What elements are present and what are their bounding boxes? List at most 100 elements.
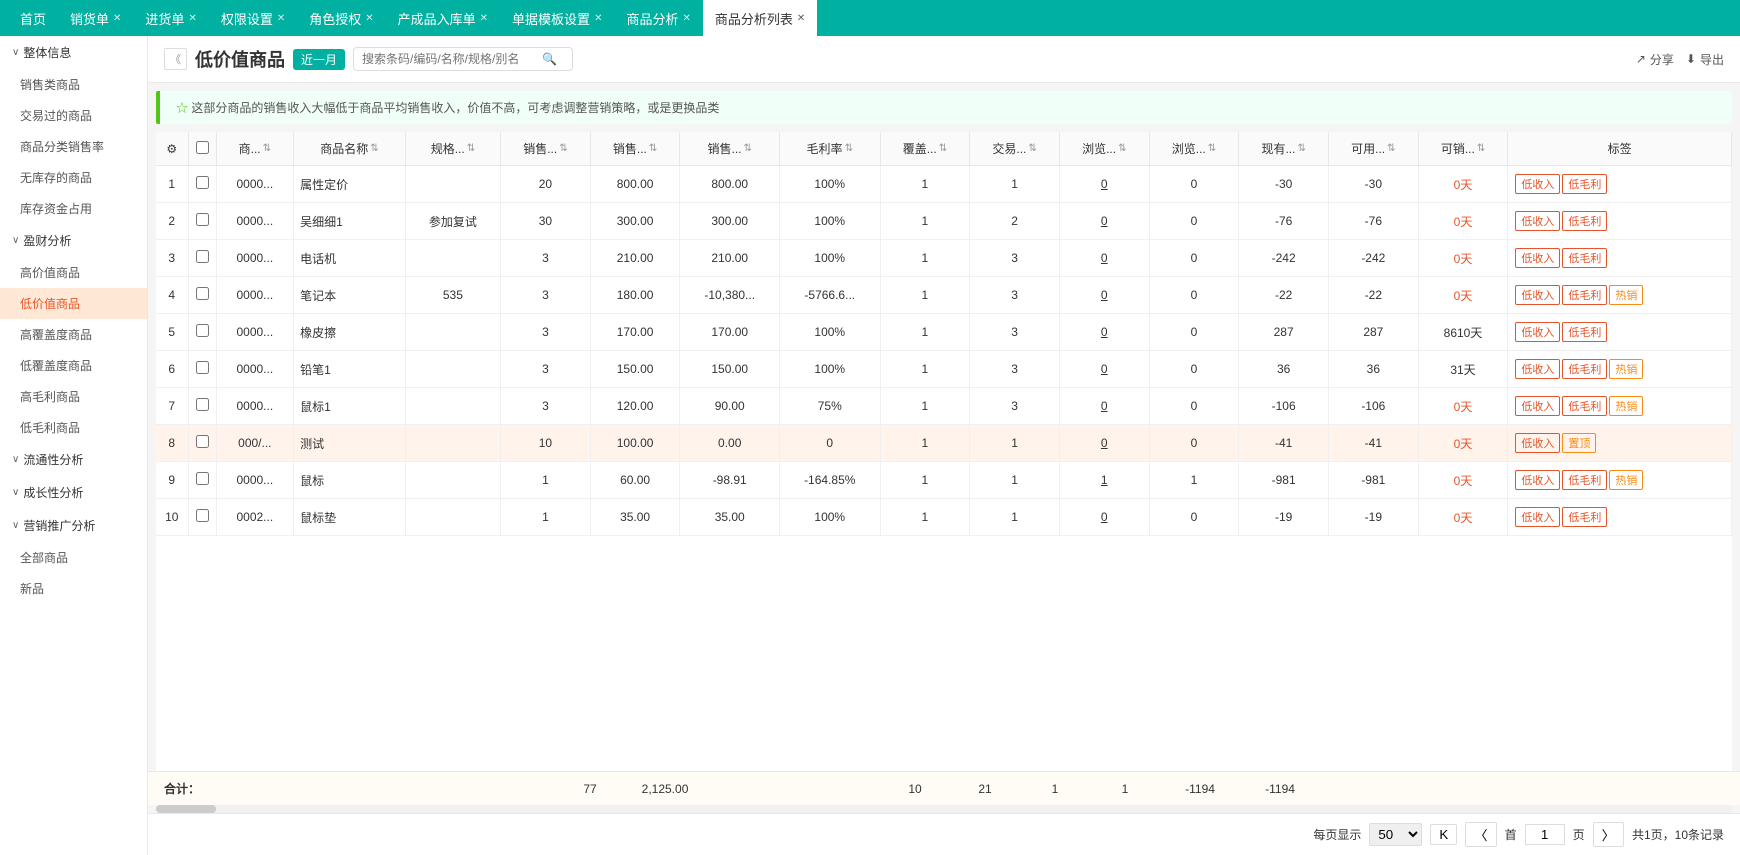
nav-analysis[interactable]: 商品分析 ✕ (614, 0, 702, 36)
sidebar-item-low-margin[interactable]: 低毛利商品 (0, 412, 147, 443)
th-sellable-stock[interactable]: 可销... ⇅ (1418, 132, 1508, 166)
row-col7[interactable]: 0 (1059, 203, 1149, 240)
row-checkbox[interactable] (188, 425, 216, 462)
select-all-checkbox[interactable] (196, 141, 209, 154)
sidebar-item-sales-goods[interactable]: 销售类商品 (0, 69, 147, 100)
sidebar-section-profit[interactable]: ∨ 盈财分析 (0, 224, 147, 257)
row-checkbox[interactable] (188, 388, 216, 425)
row-checkbox[interactable] (188, 499, 216, 536)
th-current-stock[interactable]: 现有... ⇅ (1239, 132, 1329, 166)
sidebar-item-high-coverage[interactable]: 高覆盖度商品 (0, 319, 147, 350)
sidebar-item-no-stock[interactable]: 无库存的商品 (0, 162, 147, 193)
sidebar-section-marketing[interactable]: ∨ 营销推广分析 (0, 509, 147, 542)
view-link[interactable]: 1 (1101, 473, 1108, 487)
row-select-checkbox[interactable] (196, 509, 209, 522)
first-page-btn[interactable]: K (1430, 824, 1457, 845)
nav-roles[interactable]: 角色授权 ✕ (297, 0, 385, 36)
view-link[interactable]: 0 (1101, 214, 1108, 228)
row-select-checkbox[interactable] (196, 361, 209, 374)
row-checkbox[interactable] (188, 462, 216, 499)
page-input[interactable] (1525, 824, 1565, 845)
sidebar-section-overall[interactable]: ∨ 整体信息 (0, 36, 147, 69)
row-checkbox[interactable] (188, 277, 216, 314)
row-select-checkbox[interactable] (196, 250, 209, 263)
sidebar-section-liquidity[interactable]: ∨ 流通性分析 (0, 443, 147, 476)
sidebar-section-growth[interactable]: ∨ 成长性分析 (0, 476, 147, 509)
view-link[interactable]: 0 (1101, 251, 1108, 265)
nav-home[interactable]: 首页 (8, 0, 58, 36)
close-icon[interactable]: ✕ (594, 13, 602, 24)
sidebar-item-category-rate[interactable]: 商品分类销售率 (0, 131, 147, 162)
th-tags[interactable]: 标签 (1508, 132, 1732, 166)
view-link[interactable]: 0 (1101, 177, 1108, 191)
th-coverage[interactable]: 覆盖... ⇅ (880, 132, 970, 166)
row-col7[interactable]: 1 (1059, 462, 1149, 499)
time-badge[interactable]: 近一月 (293, 49, 345, 70)
close-icon[interactable]: ✕ (682, 13, 690, 24)
sidebar-item-high-value[interactable]: 高价值商品 (0, 257, 147, 288)
share-button[interactable]: ↗ 分享 (1636, 51, 1674, 68)
row-col7[interactable]: 0 (1059, 388, 1149, 425)
row-checkbox[interactable] (188, 240, 216, 277)
th-checkbox[interactable] (188, 132, 216, 166)
view-link[interactable]: 0 (1101, 510, 1108, 524)
sidebar-item-stock-funds[interactable]: 库存资金占用 (0, 193, 147, 224)
th-available-stock[interactable]: 可用... ⇅ (1328, 132, 1418, 166)
th-sales2[interactable]: 销售... ⇅ (590, 132, 680, 166)
row-col7[interactable]: 0 (1059, 351, 1149, 388)
sidebar-item-low-coverage[interactable]: 低覆盖度商品 (0, 350, 147, 381)
row-checkbox[interactable] (188, 166, 216, 203)
sidebar-item-low-value[interactable]: 低价值商品 (0, 288, 147, 319)
close-icon[interactable]: ✕ (480, 13, 488, 24)
row-col7[interactable]: 0 (1059, 499, 1149, 536)
row-col7[interactable]: 0 (1059, 240, 1149, 277)
th-sales1[interactable]: 销售... ⇅ (501, 132, 591, 166)
scrollbar[interactable] (156, 805, 1732, 813)
th-spec[interactable]: 规格... ⇅ (405, 132, 500, 166)
collapse-btn[interactable]: 《 (164, 48, 187, 70)
row-select-checkbox[interactable] (196, 176, 209, 189)
sidebar-item-traded[interactable]: 交易过的商品 (0, 100, 147, 131)
search-input[interactable] (362, 52, 542, 66)
close-icon[interactable]: ✕ (188, 13, 196, 24)
view-link[interactable]: 0 (1101, 288, 1108, 302)
th-sales3[interactable]: 销售... ⇅ (680, 132, 780, 166)
th-margin[interactable]: 毛利率 ⇅ (779, 132, 880, 166)
nav-sales[interactable]: 销货单 ✕ (58, 0, 133, 36)
export-button[interactable]: ⬇ 导出 (1686, 51, 1724, 68)
table-area[interactable]: ⚙ 商... ⇅ 商品名称 ⇅ 规格... ⇅ 销售... ⇅ 销售... ⇅ … (156, 132, 1732, 771)
th-name[interactable]: 商品名称 ⇅ (294, 132, 406, 166)
row-col7[interactable]: 0 (1059, 314, 1149, 351)
row-select-checkbox[interactable] (196, 472, 209, 485)
row-col7[interactable]: 0 (1059, 277, 1149, 314)
sidebar-item-high-margin[interactable]: 高毛利商品 (0, 381, 147, 412)
row-checkbox[interactable] (188, 314, 216, 351)
th-view2[interactable]: 浏览... ⇅ (1149, 132, 1239, 166)
row-select-checkbox[interactable] (196, 213, 209, 226)
view-link[interactable]: 0 (1101, 436, 1108, 450)
view-link[interactable]: 0 (1101, 399, 1108, 413)
row-select-checkbox[interactable] (196, 324, 209, 337)
search-icon[interactable]: 🔍 (542, 52, 557, 66)
close-icon[interactable]: ✕ (113, 13, 121, 24)
close-icon[interactable]: ✕ (365, 13, 373, 24)
sidebar-item-all-goods[interactable]: 全部商品 (0, 542, 147, 573)
row-checkbox[interactable] (188, 351, 216, 388)
th-code[interactable]: 商... ⇅ (216, 132, 294, 166)
row-col7[interactable]: 0 (1059, 425, 1149, 462)
nav-permissions[interactable]: 权限设置 ✕ (209, 0, 297, 36)
prev-page-btn[interactable]: 〈 (1465, 822, 1496, 847)
next-page-btn[interactable]: 〉 (1593, 822, 1624, 847)
nav-template[interactable]: 单据模板设置 ✕ (500, 0, 614, 36)
close-icon[interactable]: ✕ (277, 13, 285, 24)
per-page-select[interactable]: 50 100 200 (1369, 823, 1422, 846)
th-trade[interactable]: 交易... ⇅ (970, 132, 1060, 166)
row-select-checkbox[interactable] (196, 435, 209, 448)
row-select-checkbox[interactable] (196, 287, 209, 300)
close-icon[interactable]: ✕ (797, 13, 805, 24)
nav-stock[interactable]: 产成品入库单 ✕ (386, 0, 500, 36)
nav-purchase[interactable]: 进货单 ✕ (133, 0, 208, 36)
th-settings[interactable]: ⚙ (156, 132, 188, 166)
nav-analysis-list[interactable]: 商品分析列表 ✕ (703, 0, 817, 36)
sidebar-item-new-goods[interactable]: 新品 (0, 573, 147, 604)
